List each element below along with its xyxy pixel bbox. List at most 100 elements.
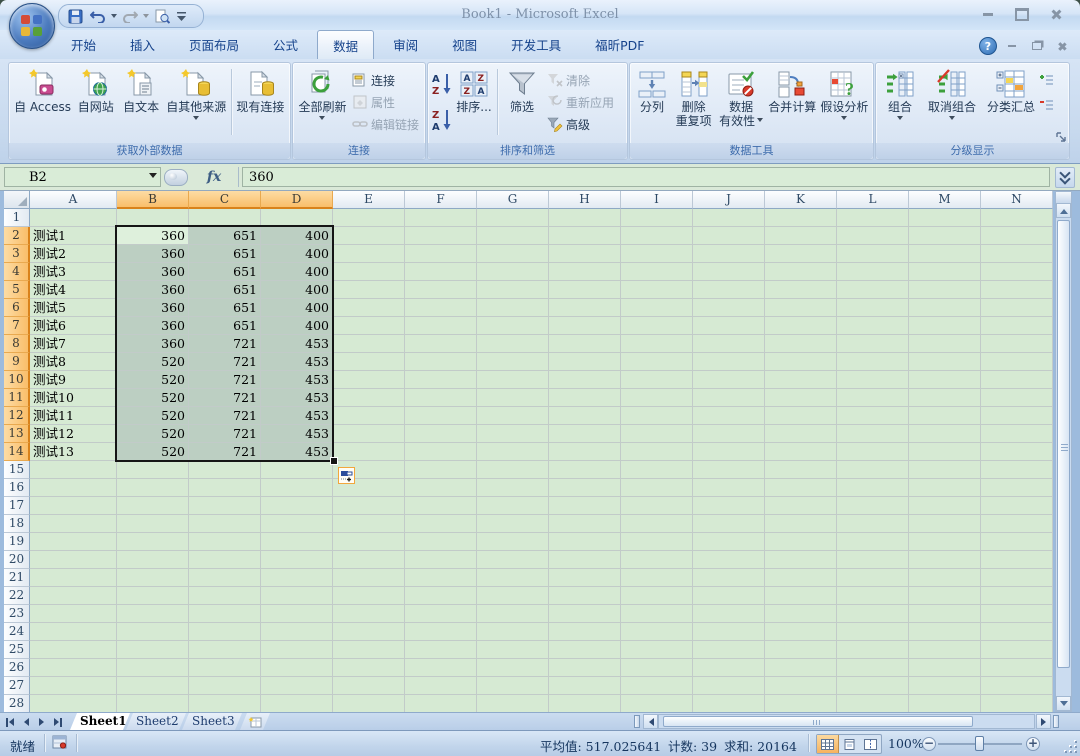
- cell-I12[interactable]: [621, 407, 693, 425]
- cell-H13[interactable]: [549, 425, 621, 443]
- cell-L12[interactable]: [837, 407, 909, 425]
- cell-K21[interactable]: [765, 569, 837, 587]
- cell-J3[interactable]: [693, 245, 765, 263]
- horizontal-scrollbar[interactable]: [658, 714, 1035, 729]
- cell-C5[interactable]: 651: [189, 281, 261, 299]
- column-header-J[interactable]: J: [693, 191, 765, 209]
- cell-A5[interactable]: 测试4: [30, 281, 117, 299]
- hide-detail-button[interactable]: [1039, 96, 1054, 115]
- cell-C8[interactable]: 721: [189, 335, 261, 353]
- cell-K20[interactable]: [765, 551, 837, 569]
- row-header-28[interactable]: 28: [4, 695, 30, 712]
- cell-D28[interactable]: [261, 695, 333, 712]
- cell-I25[interactable]: [621, 641, 693, 659]
- cell-G15[interactable]: [477, 461, 549, 479]
- cell-H14[interactable]: [549, 443, 621, 461]
- cell-C4[interactable]: 651: [189, 263, 261, 281]
- sort-descending-button[interactable]: ZA: [431, 108, 453, 136]
- cell-H5[interactable]: [549, 281, 621, 299]
- column-header-M[interactable]: M: [909, 191, 981, 209]
- cell-N11[interactable]: [981, 389, 1053, 407]
- cell-B3[interactable]: 360: [117, 245, 189, 263]
- cell-E25[interactable]: [333, 641, 405, 659]
- cell-M15[interactable]: [909, 461, 981, 479]
- undo-dropdown-icon[interactable]: [111, 14, 117, 21]
- cell-H20[interactable]: [549, 551, 621, 569]
- cell-M25[interactable]: [909, 641, 981, 659]
- cell-N6[interactable]: [981, 299, 1053, 317]
- cell-B12[interactable]: 520: [117, 407, 189, 425]
- cell-N12[interactable]: [981, 407, 1053, 425]
- office-button[interactable]: [9, 3, 55, 49]
- cell-E28[interactable]: [333, 695, 405, 712]
- column-header-N[interactable]: N: [981, 191, 1053, 209]
- cell-C16[interactable]: [189, 479, 261, 497]
- tab-page-layout[interactable]: 页面布局: [174, 30, 254, 59]
- cell-E12[interactable]: [333, 407, 405, 425]
- previous-sheet-button[interactable]: [18, 714, 34, 730]
- row-header-21[interactable]: 21: [4, 569, 30, 587]
- insert-function-button[interactable]: fx: [190, 167, 239, 187]
- cell-D6[interactable]: 400: [261, 299, 333, 317]
- cell-F4[interactable]: [405, 263, 477, 281]
- cell-L25[interactable]: [837, 641, 909, 659]
- cell-N18[interactable]: [981, 515, 1053, 533]
- cell-L13[interactable]: [837, 425, 909, 443]
- remove-duplicates-button[interactable]: 删除 重复项: [671, 65, 717, 141]
- cell-D26[interactable]: [261, 659, 333, 677]
- cell-J7[interactable]: [693, 317, 765, 335]
- cell-H17[interactable]: [549, 497, 621, 515]
- cell-H27[interactable]: [549, 677, 621, 695]
- cell-F23[interactable]: [405, 605, 477, 623]
- cell-E26[interactable]: [333, 659, 405, 677]
- cell-G26[interactable]: [477, 659, 549, 677]
- maximize-button[interactable]: [1008, 6, 1036, 23]
- auto-fill-options-button[interactable]: [338, 467, 355, 484]
- cell-I27[interactable]: [621, 677, 693, 695]
- cell-D22[interactable]: [261, 587, 333, 605]
- cell-A12[interactable]: 测试11: [30, 407, 117, 425]
- row-header-14[interactable]: 14: [4, 443, 30, 461]
- cell-H28[interactable]: [549, 695, 621, 712]
- cell-H15[interactable]: [549, 461, 621, 479]
- cell-F17[interactable]: [405, 497, 477, 515]
- cell-H25[interactable]: [549, 641, 621, 659]
- cell-N22[interactable]: [981, 587, 1053, 605]
- name-box[interactable]: B2: [4, 167, 161, 187]
- cell-J13[interactable]: [693, 425, 765, 443]
- cell-M3[interactable]: [909, 245, 981, 263]
- tab-view[interactable]: 视图: [437, 30, 492, 59]
- cell-F3[interactable]: [405, 245, 477, 263]
- cell-F15[interactable]: [405, 461, 477, 479]
- cell-F27[interactable]: [405, 677, 477, 695]
- save-icon[interactable]: [65, 7, 85, 25]
- resize-grip[interactable]: [1063, 739, 1077, 753]
- cell-G28[interactable]: [477, 695, 549, 712]
- row-header-6[interactable]: 6: [4, 299, 30, 317]
- cell-B22[interactable]: [117, 587, 189, 605]
- cell-G5[interactable]: [477, 281, 549, 299]
- cell-F14[interactable]: [405, 443, 477, 461]
- cell-N28[interactable]: [981, 695, 1053, 712]
- cell-A28[interactable]: [30, 695, 117, 712]
- horizontal-scroll-thumb[interactable]: [663, 716, 973, 727]
- column-header-E[interactable]: E: [333, 191, 405, 209]
- cell-A4[interactable]: 测试3: [30, 263, 117, 281]
- row-header-4[interactable]: 4: [4, 263, 30, 281]
- cell-J14[interactable]: [693, 443, 765, 461]
- cell-L21[interactable]: [837, 569, 909, 587]
- cell-K6[interactable]: [765, 299, 837, 317]
- cell-N27[interactable]: [981, 677, 1053, 695]
- cell-C1[interactable]: [189, 209, 261, 227]
- cell-I1[interactable]: [621, 209, 693, 227]
- from-access-button[interactable]: 自 Access: [12, 65, 73, 141]
- cell-C17[interactable]: [189, 497, 261, 515]
- from-text-button[interactable]: 自文本: [118, 65, 163, 141]
- cell-K25[interactable]: [765, 641, 837, 659]
- cell-M9[interactable]: [909, 353, 981, 371]
- cell-L4[interactable]: [837, 263, 909, 281]
- row-header-1[interactable]: 1: [4, 209, 30, 227]
- cell-I21[interactable]: [621, 569, 693, 587]
- cell-F13[interactable]: [405, 425, 477, 443]
- cell-I18[interactable]: [621, 515, 693, 533]
